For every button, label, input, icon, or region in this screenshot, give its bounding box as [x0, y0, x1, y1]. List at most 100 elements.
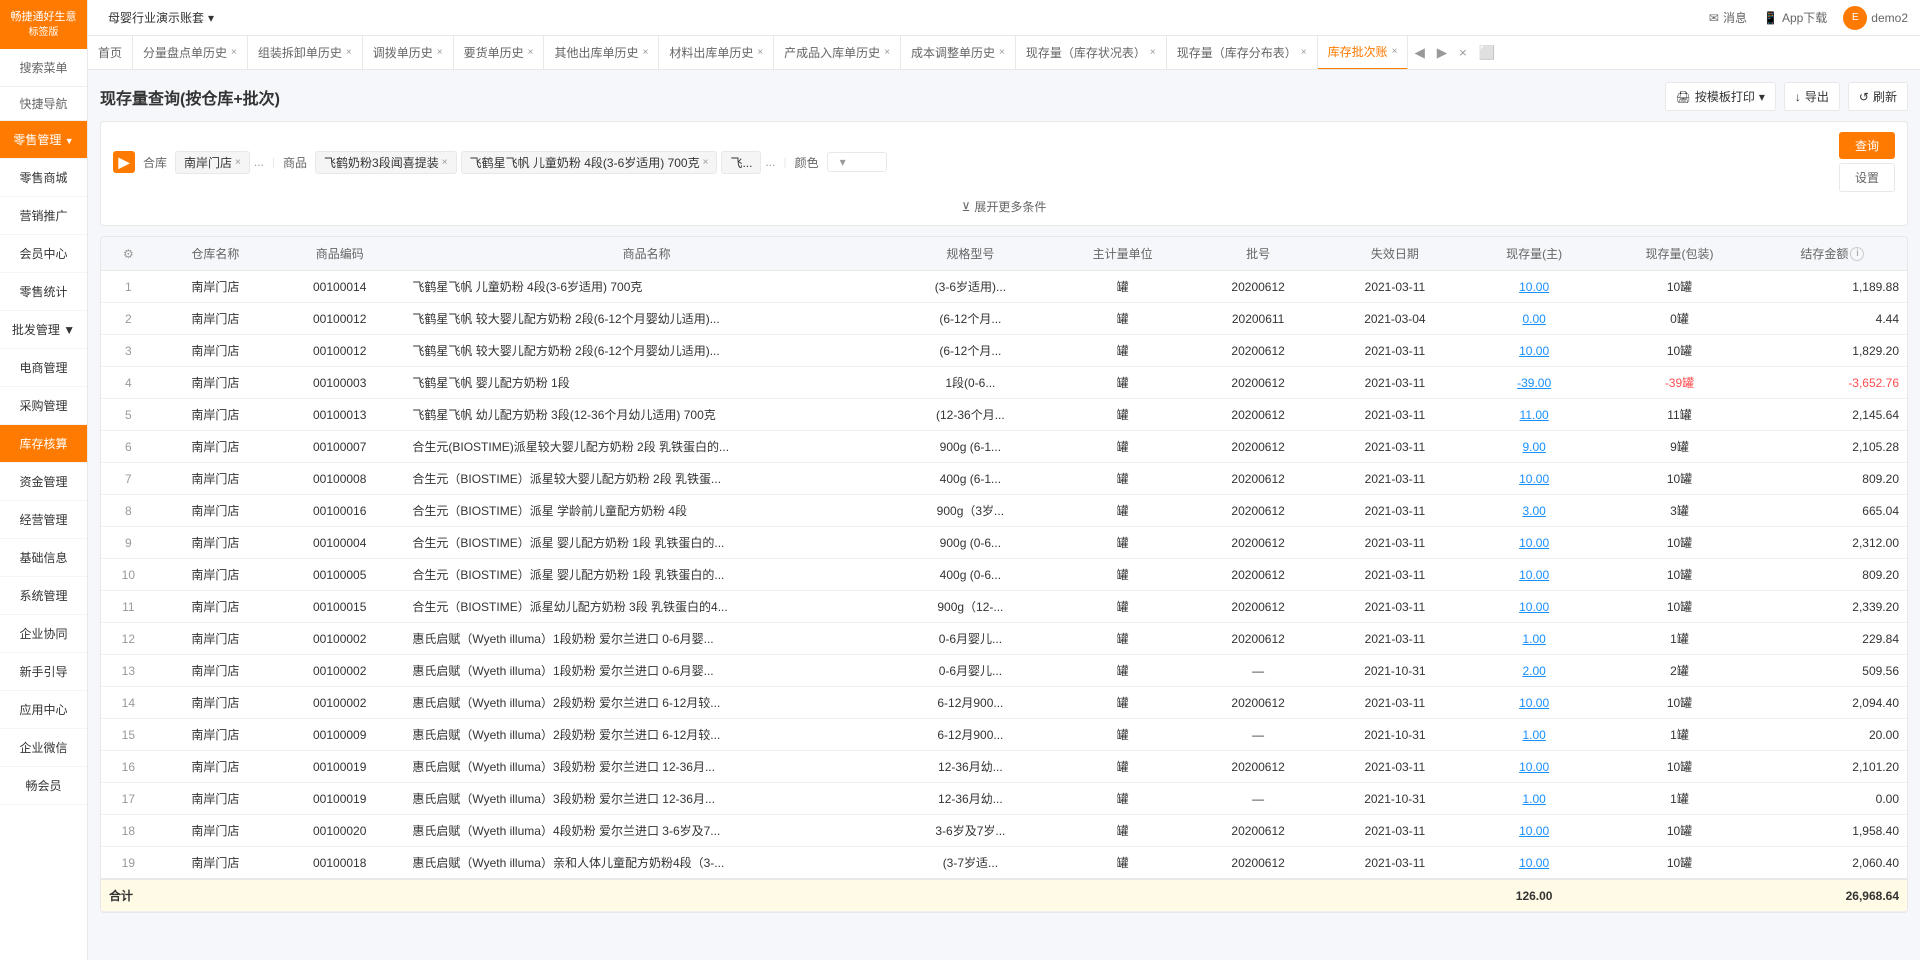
tab-close-icon[interactable]: ×: [642, 47, 648, 58]
sidebar-item-guide[interactable]: 新手引导: [0, 653, 87, 691]
tab-other-out[interactable]: 其他出库单历史 ×: [544, 36, 659, 70]
message-btn[interactable]: ✉ 消息: [1709, 9, 1747, 26]
sidebar-item-finance[interactable]: 资金管理: [0, 463, 87, 501]
sidebar-item-basics[interactable]: 基础信息: [0, 539, 87, 577]
expand-more-btn[interactable]: ⊻ 展开更多条件: [113, 198, 1895, 215]
sidebar-item-wholesale[interactable]: 批发管理 ▼: [0, 311, 87, 349]
sidebar-item-member-card[interactable]: 畅会员: [0, 767, 87, 805]
query-btn[interactable]: 查询: [1839, 132, 1895, 159]
tab-close-all-btn[interactable]: ×: [1453, 36, 1473, 70]
row-qty-main[interactable]: 9.00: [1467, 431, 1601, 463]
row-qty-main[interactable]: 1.00: [1467, 783, 1601, 815]
quick-nav[interactable]: 快捷导航: [0, 87, 87, 121]
sidebar-item-purchase[interactable]: 采购管理: [0, 387, 87, 425]
th-settings[interactable]: ⚙: [101, 237, 156, 271]
sidebar-item-collab[interactable]: 企业协同: [0, 615, 87, 653]
color-select[interactable]: ▾: [827, 152, 887, 172]
row-qty-main[interactable]: 3.00: [1467, 495, 1601, 527]
setting-btn[interactable]: 设置: [1839, 163, 1895, 192]
warehouse-more[interactable]: ...: [254, 155, 264, 169]
search-menu[interactable]: 搜索菜单: [0, 49, 87, 87]
tab-stock-dist[interactable]: 现存量（库存分布表） ×: [1167, 36, 1318, 70]
row-qty-main[interactable]: 1.00: [1467, 623, 1601, 655]
page-title: 现存量查询(按仓库+批次): [100, 85, 280, 109]
refresh-btn[interactable]: ↺ 刷新: [1848, 82, 1908, 111]
app-download-btn[interactable]: 📱 App下载: [1763, 9, 1827, 26]
print-btn[interactable]: 🖨 按模板打印 ▾: [1665, 82, 1776, 111]
row-qty-pkg: 10罐: [1601, 335, 1758, 367]
row-qty-main[interactable]: 10.00: [1467, 559, 1601, 591]
row-qty-main[interactable]: 10.00: [1467, 271, 1601, 303]
tab-close-icon[interactable]: ×: [231, 47, 237, 58]
tab-close-icon[interactable]: ×: [1392, 46, 1398, 57]
tab-close-icon[interactable]: ×: [437, 47, 443, 58]
tab-close-icon[interactable]: ×: [528, 47, 534, 58]
sidebar-item-label: 企业协同: [19, 627, 67, 641]
row-qty-main[interactable]: 0.00: [1467, 303, 1601, 335]
sidebar-item-ecommerce[interactable]: 电商管理: [0, 349, 87, 387]
row-qty-main[interactable]: 10.00: [1467, 751, 1601, 783]
row-qty-main[interactable]: 2.00: [1467, 655, 1601, 687]
row-qty-main[interactable]: 10.00: [1467, 463, 1601, 495]
export-btn[interactable]: ↓ 导出: [1784, 82, 1840, 111]
sidebar-item-apps[interactable]: 应用中心: [0, 691, 87, 729]
row-qty-main[interactable]: 11.00: [1467, 399, 1601, 431]
sidebar-item-retail-store[interactable]: 零售商城: [0, 159, 87, 197]
tab-prev-btn[interactable]: ◀: [1408, 36, 1430, 70]
main-area: 母婴行业演示账套 ▾ ✉ 消息 📱 App下载 E demo2 首页 分量盘点单…: [88, 0, 1920, 960]
tab-transfer[interactable]: 调拨单历史 ×: [363, 36, 454, 70]
sidebar-item-members[interactable]: 会员中心: [0, 235, 87, 273]
tab-inventory-count[interactable]: 分量盘点单历史 ×: [133, 36, 248, 70]
tab-home[interactable]: 首页: [88, 36, 133, 70]
amount-info-icon[interactable]: i: [1850, 247, 1864, 261]
tab-assembly[interactable]: 组装拆卸单历史 ×: [248, 36, 363, 70]
tab-close-icon[interactable]: ×: [999, 47, 1005, 58]
row-unit: 罐: [1052, 559, 1194, 591]
tab-close-icon[interactable]: ×: [1150, 47, 1156, 58]
user-menu[interactable]: E demo2: [1843, 6, 1908, 30]
row-batch: 20200611: [1193, 303, 1322, 335]
warehouse-tag-close[interactable]: ×: [235, 157, 241, 168]
row-qty-main[interactable]: 1.00: [1467, 719, 1601, 751]
row-qty-main[interactable]: 10.00: [1467, 687, 1601, 719]
sidebar-item-system[interactable]: 系统管理: [0, 577, 87, 615]
sidebar-item-inventory[interactable]: 库存核算: [0, 425, 87, 463]
tab-batch-ledger[interactable]: 库存批次账 ×: [1318, 36, 1409, 70]
sidebar-item-label: 采购管理: [19, 399, 67, 413]
product-tag-1-close[interactable]: ×: [442, 157, 448, 168]
sidebar-item-retail-mgmt[interactable]: 零售管理 ▼: [0, 121, 87, 159]
tab-stock-status[interactable]: 现存量（库存状况表） ×: [1016, 36, 1167, 70]
row-qty-main[interactable]: 10.00: [1467, 335, 1601, 367]
row-qty-main[interactable]: 10.00: [1467, 815, 1601, 847]
tab-finished-in[interactable]: 产成品入库单历史 ×: [774, 36, 901, 70]
settings-icon[interactable]: ⚙: [123, 247, 134, 261]
tab-cost-adjust[interactable]: 成本调整单历史 ×: [901, 36, 1016, 70]
tab-close-icon[interactable]: ×: [757, 47, 763, 58]
sidebar-item-retail-stats[interactable]: 零售统计: [0, 273, 87, 311]
account-switcher[interactable]: 母婴行业演示账套 ▾: [100, 5, 222, 30]
tab-close-icon[interactable]: ×: [346, 47, 352, 58]
tab-home-label: 首页: [98, 44, 122, 61]
row-qty-main[interactable]: -39.00: [1467, 367, 1601, 399]
row-qty-main[interactable]: 10.00: [1467, 591, 1601, 623]
row-qty-main[interactable]: 10.00: [1467, 847, 1601, 880]
row-qty-main[interactable]: 10.00: [1467, 527, 1601, 559]
tab-maximize-btn[interactable]: ⬜: [1473, 36, 1502, 70]
tab-material-out[interactable]: 材料出库单历史 ×: [659, 36, 774, 70]
product-more[interactable]: ...: [765, 155, 775, 169]
sidebar-item-marketing[interactable]: 营销推广: [0, 197, 87, 235]
row-code: 00100007: [275, 431, 404, 463]
tab-close-icon[interactable]: ×: [884, 47, 890, 58]
row-unit: 罐: [1052, 463, 1194, 495]
th-expire: 失效日期: [1323, 237, 1467, 271]
row-amount: 229.84: [1758, 623, 1907, 655]
row-num: 14: [101, 687, 156, 719]
tab-close-icon[interactable]: ×: [1301, 47, 1307, 58]
tab-next-btn[interactable]: ▶: [1431, 36, 1453, 70]
product-tag-2-close[interactable]: ×: [703, 157, 709, 168]
sidebar-item-operations[interactable]: 经营管理: [0, 501, 87, 539]
sidebar-item-weixin[interactable]: 企业微信: [0, 729, 87, 767]
filter-toggle-btn[interactable]: ▶: [113, 151, 135, 173]
tab-requisition[interactable]: 要货单历史 ×: [454, 36, 545, 70]
row-amount: 809.20: [1758, 463, 1907, 495]
